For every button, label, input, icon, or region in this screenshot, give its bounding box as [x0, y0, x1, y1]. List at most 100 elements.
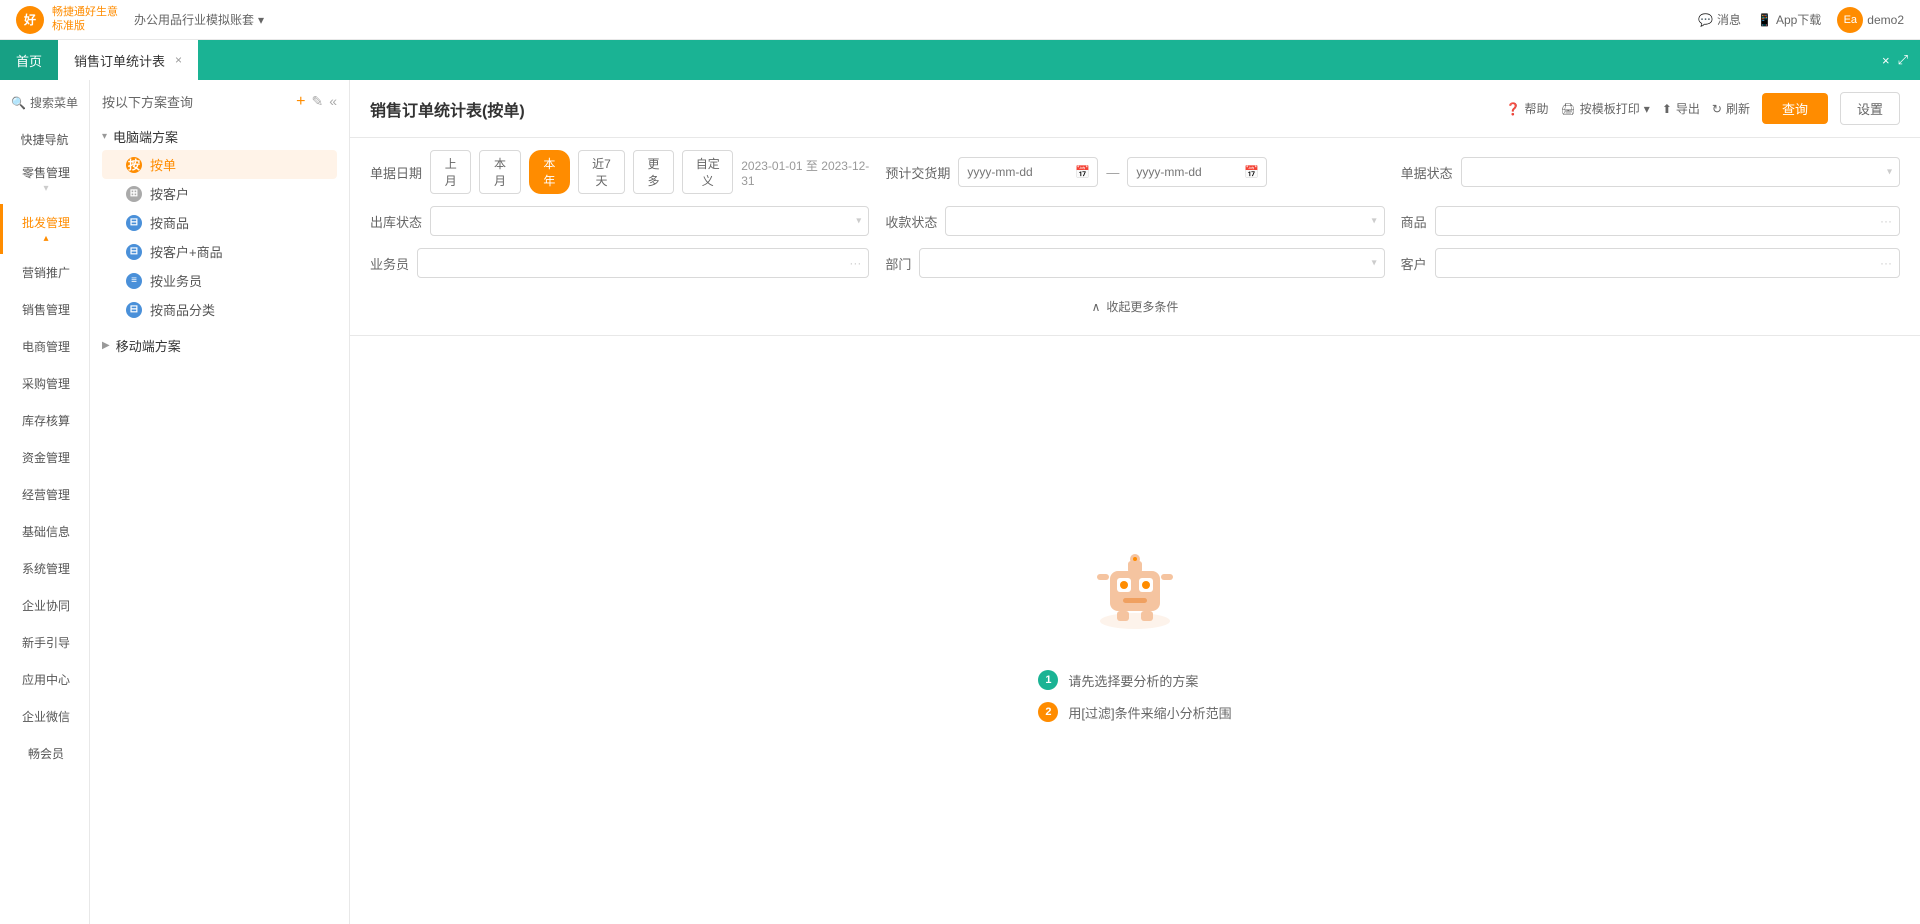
sidebar-item-appstore[interactable]: 应用中心 [0, 661, 89, 698]
sidebar-item-label: 批发管理 [22, 214, 70, 231]
sidebar-item-label: 畅会员 [28, 745, 64, 762]
more-btn[interactable]: 更多 [633, 150, 674, 194]
scheme-icon-customer: ⊞ [126, 186, 142, 202]
ship-status-input[interactable] [430, 206, 869, 236]
sidebar-item-marketing[interactable]: 营销推广 [0, 254, 89, 291]
sidebar-item-label: 企业协同 [22, 597, 70, 614]
sidebar-item-label: 销售管理 [22, 301, 70, 318]
workspace-selector[interactable]: 办公用品行业模拟账套 ▾ [126, 11, 272, 28]
tab-bar: 首页 销售订单统计表 × × ⤢ [0, 40, 1920, 80]
sidebar-item-label: 企业微信 [22, 708, 70, 725]
search-icon: 🔍 [11, 96, 26, 110]
sidebar-item-inventory[interactable]: 库存核算 [0, 402, 89, 439]
search-menu-label: 搜索菜单 [30, 94, 78, 111]
scheme-item-by-order[interactable]: 按 按单 [102, 150, 337, 179]
sidebar-item-wechat[interactable]: 企业微信 [0, 698, 89, 735]
sidebar-item-system[interactable]: 系统管理 [0, 550, 89, 587]
scheme-add-button[interactable]: + [296, 93, 305, 111]
message-label: 消息 [1717, 11, 1741, 28]
department-wrap: ▾ [919, 248, 1384, 278]
filter-row-2: 出库状态 ▾ 收款状态 ▾ 商品 [370, 206, 1900, 236]
payment-status-field: 收款状态 ▾ [885, 206, 1384, 236]
scheme-collapse-button[interactable]: « [329, 93, 337, 111]
window-maximize-icon[interactable]: ⤢ [1898, 52, 1908, 68]
chevron-down-icon: ▾ [43, 183, 48, 194]
sidebar-quick-nav[interactable]: 快捷导航 [0, 125, 89, 154]
help-button[interactable]: ❓ 帮助 [1506, 100, 1549, 117]
custom-btn[interactable]: 自定义 [682, 150, 733, 194]
scheme-item-by-salesperson[interactable]: ≡ 按业务员 [102, 266, 337, 295]
sidebar-item-label: 营销推广 [22, 264, 70, 281]
scheme-item-by-goods[interactable]: ⊟ 按商品 [102, 208, 337, 237]
department-label: 部门 [885, 254, 911, 273]
tab-close-icon[interactable]: × [175, 53, 182, 67]
department-input[interactable] [919, 248, 1384, 278]
export-label: 导出 [1676, 100, 1700, 117]
logo-text-block: 畅捷通好生意 标准版 [52, 6, 118, 32]
scheme-item-by-category[interactable]: ⊟ 按商品分类 [102, 295, 337, 324]
step-1-text: 请先选择要分析的方案 [1068, 671, 1198, 690]
this-month-btn[interactable]: 本月 [479, 150, 520, 194]
scheme-icon-salesperson: ≡ [126, 273, 142, 289]
print-label: 按模板打印 [1580, 100, 1640, 117]
scheme-item-label: 按客户 [150, 184, 189, 203]
app-download-button[interactable]: 📱 App下载 [1757, 11, 1821, 28]
scheme-category-mobile-title[interactable]: ▶ 移动端方案 [102, 332, 337, 359]
tab-home[interactable]: 首页 [0, 40, 58, 80]
workspace-label: 办公用品行业模拟账套 [134, 11, 254, 28]
scheme-edit-button[interactable]: ✎ [311, 93, 323, 111]
scheme-item-by-customer[interactable]: ⊞ 按客户 [102, 179, 337, 208]
sidebar-item-label: 资金管理 [22, 449, 70, 466]
tab-active[interactable]: 销售订单统计表 × [58, 40, 198, 80]
scheme-icon-category: ⊟ [126, 302, 142, 318]
user-menu[interactable]: Ea demo2 [1837, 7, 1904, 33]
scheme-header: 按以下方案查询 + ✎ « [90, 92, 349, 119]
scheme-item-label: 按客户+商品 [150, 242, 223, 261]
refresh-button[interactable]: ↻ 刷新 [1712, 100, 1750, 117]
sidebar-item-sales[interactable]: 销售管理 [0, 291, 89, 328]
scheme-icon-customer-goods: ⊟ [126, 244, 142, 260]
message-button[interactable]: 💬 消息 [1698, 11, 1741, 28]
step-1-number: 1 [1038, 670, 1058, 690]
mobile-icon: 📱 [1757, 13, 1772, 27]
print-icon: 🖨 [1561, 102, 1576, 116]
single-status-select[interactable] [1461, 157, 1900, 187]
goods-label: 商品 [1401, 212, 1427, 231]
last7days-btn[interactable]: 近7天 [578, 150, 625, 194]
app-download-label: App下载 [1776, 11, 1821, 28]
expected-date-end-input[interactable] [1127, 157, 1267, 187]
print-button[interactable]: 🖨 按模板打印 ▾ [1561, 100, 1650, 117]
customer-input[interactable] [1435, 248, 1900, 278]
scheme-item-by-customer-goods[interactable]: ⊟ 按客户+商品 [102, 237, 337, 266]
sidebar-item-enterprise[interactable]: 企业协同 [0, 587, 89, 624]
salesperson-input[interactable] [417, 248, 869, 278]
search-menu-button[interactable]: 🔍 搜索菜单 [8, 88, 81, 117]
expected-date-label: 预计交货期 [885, 163, 950, 182]
payment-status-input[interactable] [945, 206, 1384, 236]
export-button[interactable]: ⬆ 导出 [1662, 100, 1700, 117]
tab-bar-controls: × ⤢ [1882, 40, 1920, 80]
query-button[interactable]: 查询 [1762, 93, 1828, 124]
setting-button[interactable]: 设置 [1840, 92, 1900, 125]
sidebar-item-retail[interactable]: 零售管理 ▾ [0, 154, 89, 204]
sidebar-item-member[interactable]: 畅会员 [0, 735, 89, 772]
expected-date-start-input[interactable] [958, 157, 1098, 187]
sidebar-item-operations[interactable]: 经营管理 [0, 476, 89, 513]
sidebar-item-wholesale[interactable]: 批发管理 ▴ [0, 204, 89, 254]
date-buttons: 上月 本月 本年 近7天 更多 自定义 [430, 150, 733, 194]
scheme-category-desktop-title[interactable]: ▾ 电脑端方案 [102, 123, 337, 150]
sidebar-item-newuser[interactable]: 新手引导 [0, 624, 89, 661]
help-icon: ❓ [1506, 102, 1521, 116]
window-close-icon[interactable]: × [1882, 53, 1890, 68]
sidebar-item-purchase[interactable]: 采购管理 [0, 365, 89, 402]
collapse-more-conditions-button[interactable]: ∧ 收起更多条件 [370, 290, 1900, 323]
sidebar-item-ecommerce[interactable]: 电商管理 [0, 328, 89, 365]
this-year-btn[interactable]: 本年 [529, 150, 570, 194]
last-month-btn[interactable]: 上月 [430, 150, 471, 194]
sidebar-item-label: 采购管理 [22, 375, 70, 392]
sidebar-item-basic[interactable]: 基础信息 [0, 513, 89, 550]
mobile-category-label: 移动端方案 [116, 336, 181, 355]
sidebar-item-finance[interactable]: 资金管理 [0, 439, 89, 476]
avatar: Ea [1837, 7, 1863, 33]
goods-input[interactable] [1435, 206, 1900, 236]
